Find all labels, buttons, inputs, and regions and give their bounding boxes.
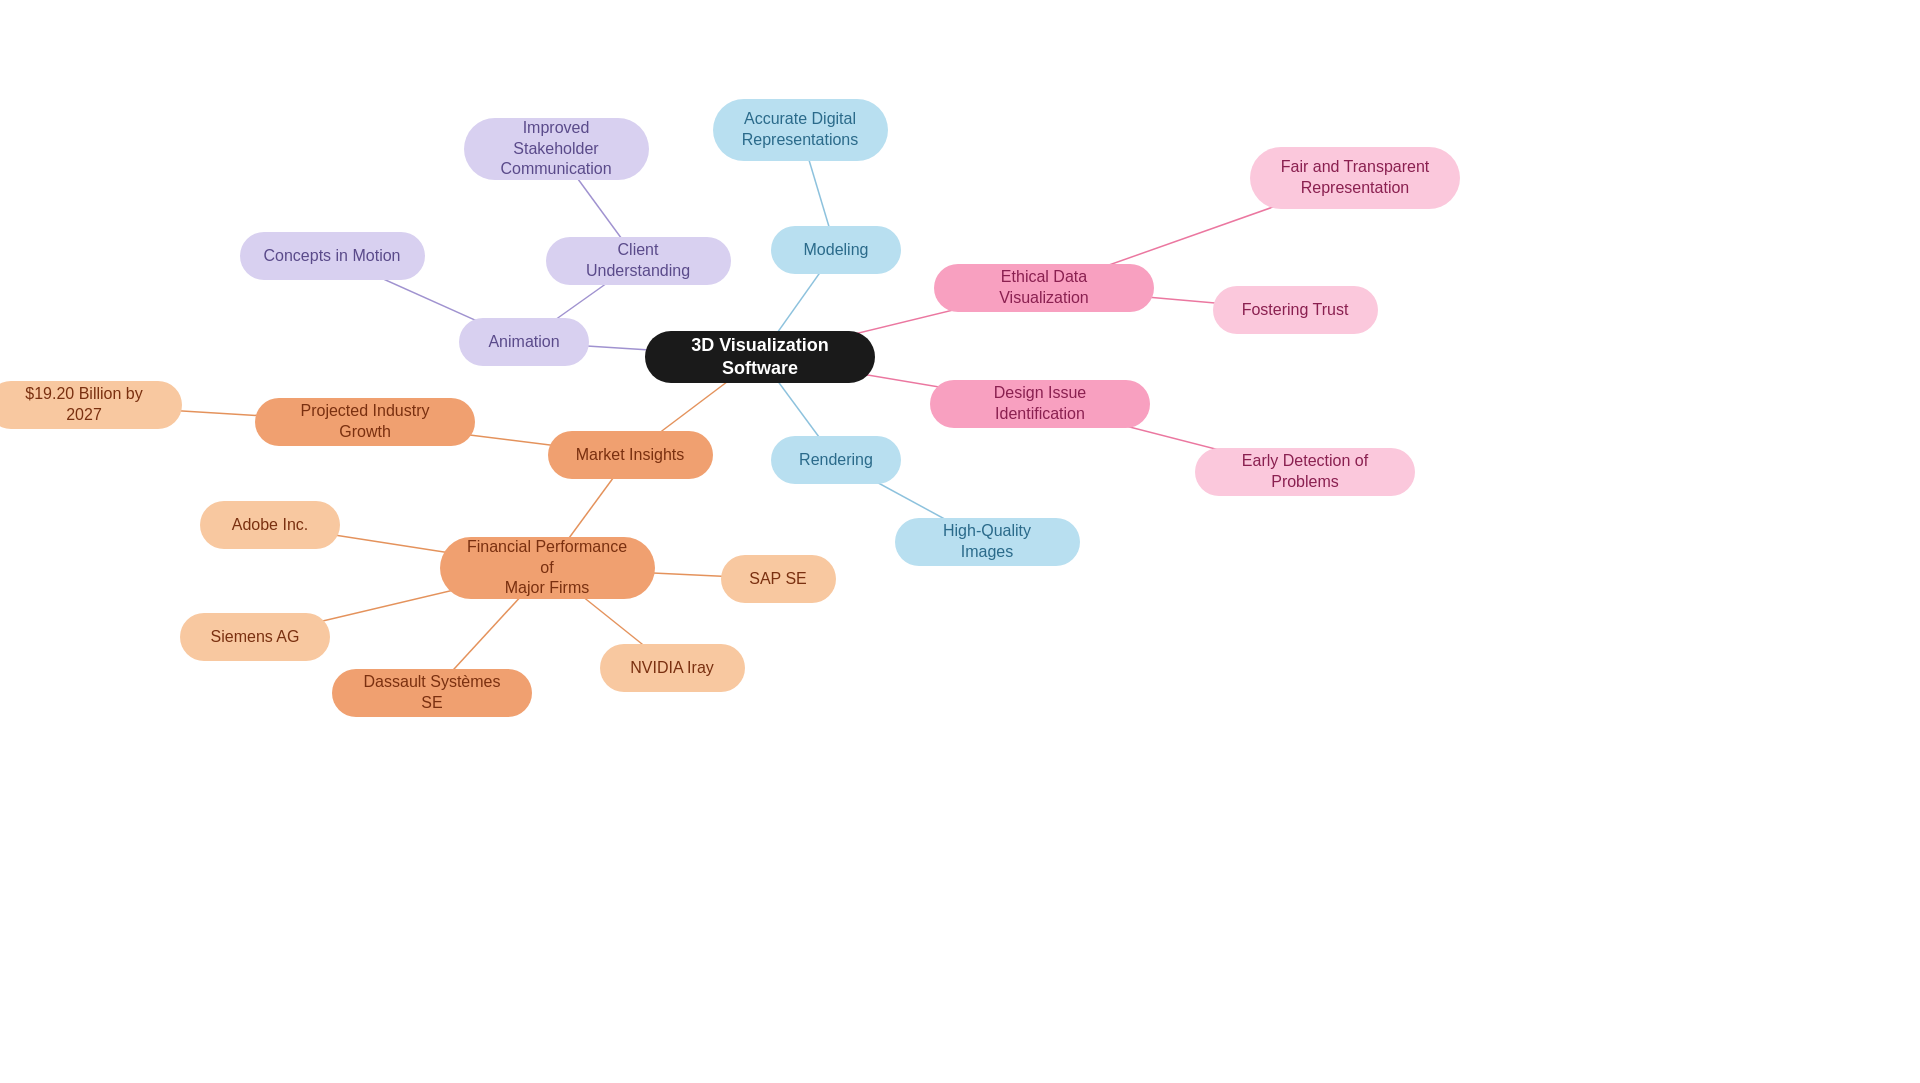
node-client-understanding[interactable]: Client Understanding: [546, 237, 731, 285]
node-sap[interactable]: SAP SE: [721, 555, 836, 603]
node-fair-transparent[interactable]: Fair and Transparent Representation: [1250, 147, 1460, 209]
center-node[interactable]: 3D Visualization Software: [645, 331, 875, 383]
node-early-detection[interactable]: Early Detection of Problems: [1195, 448, 1415, 496]
node-accurate-digital[interactable]: Accurate Digital Representations: [713, 99, 888, 161]
node-ethical-data[interactable]: Ethical Data Visualization: [934, 264, 1154, 312]
node-siemens[interactable]: Siemens AG: [180, 613, 330, 661]
node-design-issue[interactable]: Design Issue Identification: [930, 380, 1150, 428]
node-concepts-in-motion[interactable]: Concepts in Motion: [240, 232, 425, 280]
node-financial-performance[interactable]: Financial Performance of Major Firms: [440, 537, 655, 599]
node-projected-growth[interactable]: Projected Industry Growth: [255, 398, 475, 446]
node-market-insights[interactable]: Market Insights: [548, 431, 713, 479]
node-high-quality[interactable]: High-Quality Images: [895, 518, 1080, 566]
node-modeling[interactable]: Modeling: [771, 226, 901, 274]
node-billion[interactable]: $19.20 Billion by 2027: [0, 381, 182, 429]
node-rendering[interactable]: Rendering: [771, 436, 901, 484]
node-dassault[interactable]: Dassault Systèmes SE: [332, 669, 532, 717]
node-adobe[interactable]: Adobe Inc.: [200, 501, 340, 549]
node-fostering-trust[interactable]: Fostering Trust: [1213, 286, 1378, 334]
node-nvidia[interactable]: NVIDIA Iray: [600, 644, 745, 692]
node-animation[interactable]: Animation: [459, 318, 589, 366]
node-improved-stakeholder[interactable]: Improved Stakeholder Communication: [464, 118, 649, 180]
